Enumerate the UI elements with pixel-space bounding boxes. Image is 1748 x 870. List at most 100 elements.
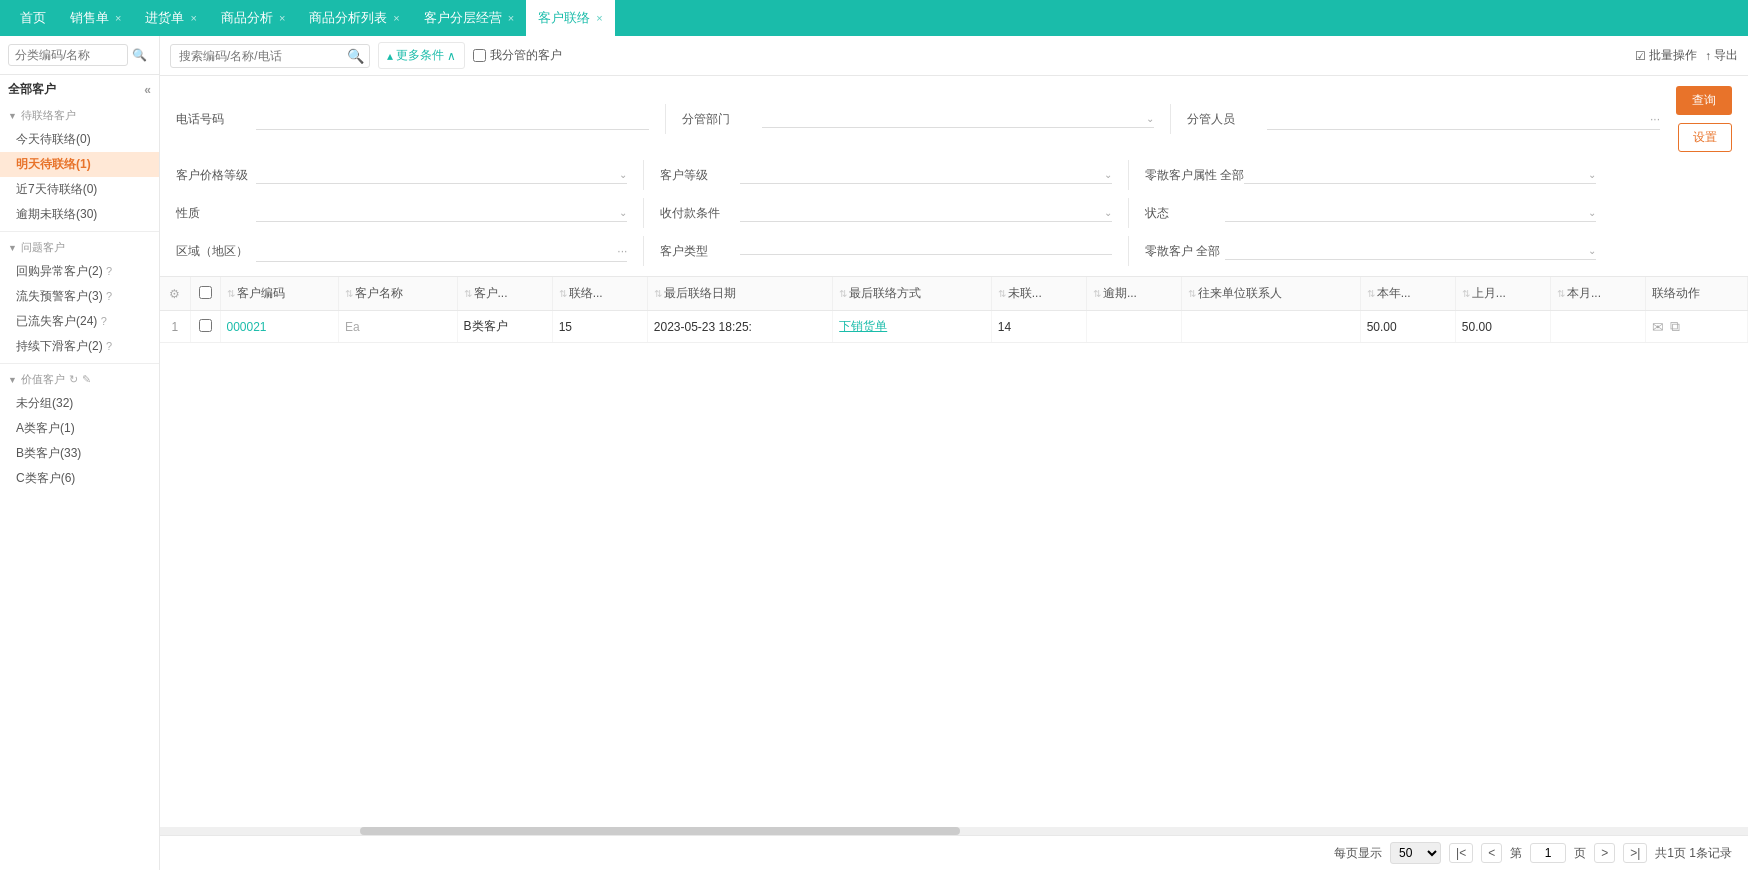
sidebar-item-repurchase-abnormal[interactable]: 回购异常客户(2) ? (0, 259, 159, 284)
manager-select[interactable]: ··· (1267, 109, 1660, 130)
close-icon[interactable]: × (279, 12, 285, 24)
action-icon-1[interactable]: ✉ (1652, 319, 1664, 335)
first-page-btn[interactable]: |< (1449, 843, 1473, 863)
search-input[interactable] (170, 44, 370, 68)
close-icon[interactable]: × (190, 12, 196, 24)
th-actions: 联络动作 (1646, 277, 1748, 311)
page-size-select[interactable]: 50 100 200 (1390, 842, 1441, 864)
table-row: 1 000021 Ea B类客户 15 2023-05-23 18:25: 下销… (160, 311, 1748, 343)
last-month-cell: 50.00 (1455, 311, 1550, 343)
phone-input[interactable] (256, 109, 649, 130)
more-filters-btn[interactable]: ▴ 更多条件 ∧ (378, 42, 465, 69)
search-icon-btn[interactable]: 🔍 (347, 48, 364, 64)
filter-row-3: 性质 ⌄ 收付款条件 ⌄ 状态 ⌄ (176, 198, 1732, 228)
horizontal-scrollbar[interactable] (160, 827, 1748, 835)
sidebar-item-churn-warning[interactable]: 流失预警客户(3) ? (0, 284, 159, 309)
nav-home[interactable]: 首页 (8, 0, 58, 36)
retail-customer-select[interactable]: ⌄ (1225, 242, 1596, 260)
status-select[interactable]: ⌄ (1225, 204, 1596, 222)
dept-select[interactable]: ⌄ (762, 110, 1155, 128)
sidebar-item-class-a[interactable]: A类客户(1) (0, 416, 159, 441)
nav-customer-layering[interactable]: 客户分层经营 × (412, 0, 526, 36)
query-btn[interactable]: 查询 (1676, 86, 1732, 115)
th-last-contact-method[interactable]: 最后联络方式 (833, 277, 992, 311)
filter-manager: 分管人员 ··· (1187, 109, 1660, 130)
page-number-input[interactable] (1530, 843, 1566, 863)
search-icon[interactable]: 🔍 (132, 48, 147, 62)
filter-actions: 查询 设置 (1676, 86, 1732, 152)
row-num: 1 (160, 311, 190, 343)
export-btn[interactable]: ↑ 导出 (1705, 47, 1738, 64)
total-records-label: 共1页 1条记录 (1655, 845, 1732, 862)
settings-btn[interactable]: 设置 (1678, 123, 1732, 152)
my-customers-checkbox[interactable] (473, 49, 486, 62)
area-select[interactable]: ··· (256, 241, 627, 262)
nav-customer-contact[interactable]: 客户联络 × (526, 0, 614, 36)
last-contact-date-cell: 2023-05-23 18:25: (647, 311, 832, 343)
sidebar-item-overdue[interactable]: 逾期未联络(30) (0, 202, 159, 227)
payment-select[interactable]: ⌄ (740, 204, 1111, 222)
nav-product-analysis-list[interactable]: 商品分析列表 × (297, 0, 411, 36)
my-customers-checkbox-label[interactable]: 我分管的客户 (473, 47, 562, 64)
all-customers-label[interactable]: 全部客户 « (0, 75, 159, 104)
close-icon[interactable]: × (393, 12, 399, 24)
scrollbar-thumb[interactable] (360, 827, 960, 835)
th-overdue[interactable]: 逾期... (1086, 277, 1181, 311)
sidebar-item-7days[interactable]: 近7天待联络(0) (0, 177, 159, 202)
refresh-icon[interactable]: ↻ (69, 373, 78, 386)
sidebar-section-problem: 问题客户 (0, 236, 159, 259)
retail-attr-select[interactable]: ⌄ (1244, 166, 1596, 184)
sidebar-search-input[interactable] (8, 44, 128, 66)
contact-method-link[interactable]: 下销货单 (839, 319, 887, 333)
per-page-label: 每页显示 (1334, 845, 1382, 862)
sidebar-item-declining[interactable]: 持续下滑客户(2) ? (0, 334, 159, 359)
customer-grade-select[interactable]: ⌄ (740, 166, 1111, 184)
nav-purchase-order[interactable]: 进货单 × (133, 0, 208, 36)
chevron-down-icon: ⌄ (1588, 169, 1596, 180)
next-page-btn[interactable]: > (1594, 843, 1615, 863)
customer-type-select[interactable] (740, 248, 1111, 255)
sidebar-search-area: 🔍 (0, 36, 159, 75)
chevron-down-icon: ⌄ (1588, 207, 1596, 218)
price-grade-select[interactable]: ⌄ (256, 166, 627, 184)
nav-product-analysis[interactable]: 商品分析 × (209, 0, 297, 36)
contact-count-cell: 15 (552, 311, 647, 343)
select-all-checkbox[interactable] (199, 286, 212, 299)
filter-row-2: 客户价格等级 ⌄ 客户等级 ⌄ 零散客户属性 全部 ⌄ (176, 160, 1732, 190)
batch-operation-btn[interactable]: ☑ 批量操作 (1635, 47, 1697, 64)
filter-panel: 电话号码 分管部门 ⌄ 分管人员 ··· (160, 76, 1748, 277)
nature-select[interactable]: ⌄ (256, 204, 627, 222)
sidebar: 🔍 全部客户 « 待联络客户 今天待联络(0) 明天待联络(1) 近7天待联络(… (0, 36, 160, 870)
content-area: 🔍 ▴ 更多条件 ∧ 我分管的客户 ☑ 批量操作 ↑ 导出 (160, 36, 1748, 870)
th-customer-type[interactable]: 客户... (457, 277, 552, 311)
sidebar-item-tomorrow[interactable]: 明天待联络(1) (0, 152, 159, 177)
sidebar-item-churned[interactable]: 已流失客户(24) ? (0, 309, 159, 334)
row-checkbox[interactable] (199, 319, 212, 332)
sidebar-item-class-b[interactable]: B类客户(33) (0, 441, 159, 466)
gear-icon[interactable]: ⚙ (169, 287, 180, 301)
th-contact-person[interactable]: 往来单位联系人 (1182, 277, 1361, 311)
th-not-contacted[interactable]: 未联... (991, 277, 1086, 311)
last-page-btn[interactable]: >| (1623, 843, 1647, 863)
close-icon[interactable]: × (115, 12, 121, 24)
sidebar-item-today[interactable]: 今天待联络(0) (0, 127, 159, 152)
sidebar-item-ungrouped[interactable]: 未分组(32) (0, 391, 159, 416)
th-checkbox (190, 277, 220, 311)
th-this-year[interactable]: 本年... (1360, 277, 1455, 311)
collapse-icon[interactable]: « (144, 83, 151, 97)
edit-icon[interactable]: ✎ (82, 373, 91, 386)
th-last-contact-date[interactable]: 最后联络日期 (647, 277, 832, 311)
th-customer-name[interactable]: 客户名称 (339, 277, 458, 311)
close-icon[interactable]: × (596, 12, 602, 24)
not-contacted-cell: 14 (991, 311, 1086, 343)
prev-page-btn[interactable]: < (1481, 843, 1502, 863)
th-contact-count[interactable]: 联络... (552, 277, 647, 311)
sidebar-item-class-c[interactable]: C类客户(6) (0, 466, 159, 491)
th-customer-code[interactable]: 客户编码 (220, 277, 339, 311)
close-icon[interactable]: × (508, 12, 514, 24)
action-icon-2[interactable]: ⧉ (1670, 318, 1680, 335)
th-this-month[interactable]: 本月... (1550, 277, 1645, 311)
footer: 每页显示 50 100 200 |< < 第 页 > >| 共1页 1条记录 (160, 835, 1748, 870)
nav-sales-order[interactable]: 销售单 × (58, 0, 133, 36)
th-last-month[interactable]: 上月... (1455, 277, 1550, 311)
